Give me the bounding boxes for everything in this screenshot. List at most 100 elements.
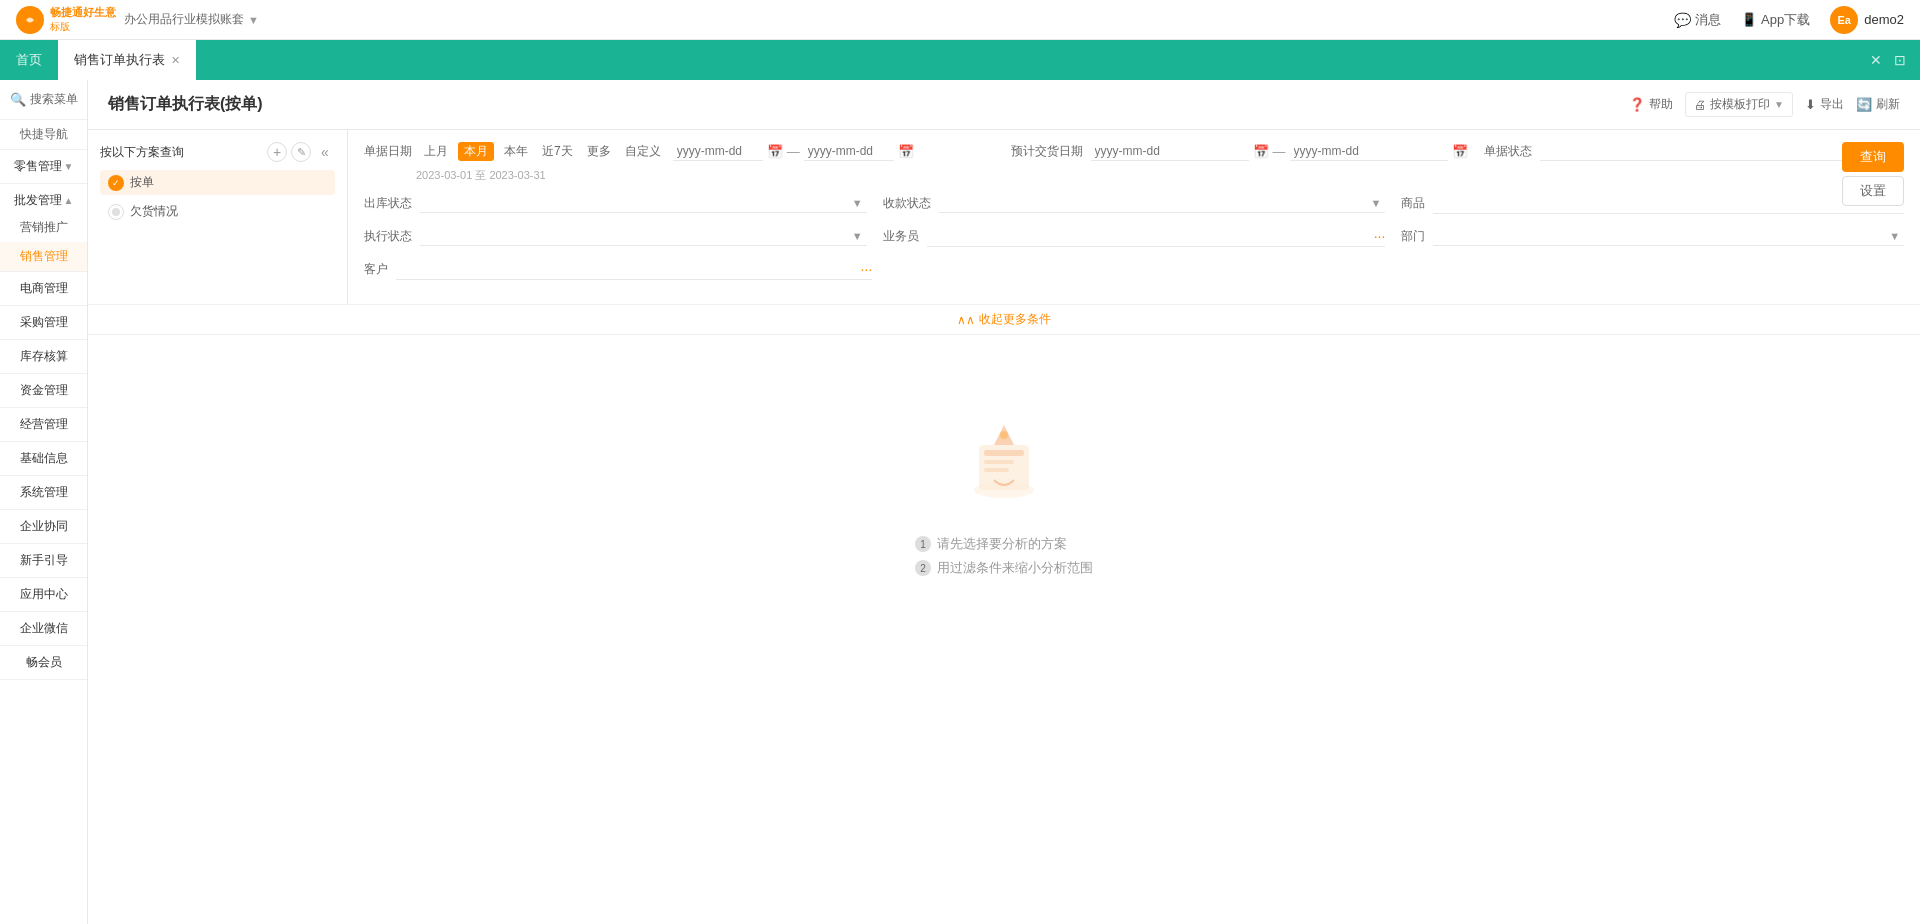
sidebar-item-wechat[interactable]: 企业微信 [0, 612, 87, 645]
solution-item-by-order[interactable]: ✓ 按单 [100, 170, 335, 195]
breadcrumb-dropdown-icon[interactable]: ▼ [248, 14, 259, 26]
date-range-display: 2023-03-01 至 2023-03-31 [416, 169, 546, 181]
tab-home-label: 首页 [16, 51, 42, 69]
tab-sales-order[interactable]: 销售订单执行表 ✕ [58, 40, 196, 80]
sidebar-search-area[interactable]: 🔍 搜索菜单 [0, 80, 87, 120]
date-shortcut-7days[interactable]: 近7天 [538, 142, 577, 161]
sidebar-item-ecommerce[interactable]: 电商管理 [0, 272, 87, 305]
date-start-icon[interactable]: 📅 [767, 144, 783, 159]
message-btn[interactable]: 💬 消息 [1674, 11, 1721, 29]
collapse-up-icon: ∧∧ [957, 313, 975, 327]
sidebar-item-inventory[interactable]: 库存核算 [0, 340, 87, 373]
sidebar: 🔍 搜索菜单 快捷导航 零售管理 ▼ 批发管理 ▲ 营 [0, 80, 88, 924]
sidebar-member-label: 畅会员 [26, 654, 62, 671]
out-status-dropdown[interactable]: ▼ [420, 194, 867, 213]
salesman-label: 业务员 [883, 228, 919, 245]
sidebar-item-marketing[interactable]: 营销推广 [0, 213, 87, 242]
sidebar-item-operation[interactable]: 经营管理 [0, 408, 87, 441]
solution-item-shortage[interactable]: 欠货情况 [100, 199, 335, 224]
window-maximize-btn[interactable]: ⊡ [1892, 52, 1908, 68]
dept-dropdown[interactable]: ▼ [1433, 227, 1904, 246]
header-left: 畅捷通好生意 标版 办公用品行业模拟账套 ▼ [16, 5, 259, 34]
sidebar-item-purchase[interactable]: 采购管理 [0, 306, 87, 339]
exec-status-dropdown[interactable]: ▼ [420, 227, 867, 246]
app-download-btn[interactable]: 📱 App下载 [1741, 11, 1810, 29]
filter-expected-date: 预计交货日期 📅 — 📅 [1011, 142, 1468, 161]
collapse-label: 收起更多条件 [979, 311, 1051, 328]
sidebar-item-appcenter[interactable]: 应用中心 [0, 578, 87, 611]
solution-header-label: 按以下方案查询 [100, 144, 184, 161]
sidebar-item-basic[interactable]: 基础信息 [0, 442, 87, 475]
expected-date-end-icon[interactable]: 📅 [1452, 144, 1468, 159]
page-header: 销售订单执行表(按单) ❓ 帮助 🖨 按模板打印 ▼ ⬇ 导出 [88, 80, 1920, 130]
date-shortcut-last-month[interactable]: 上月 [420, 142, 452, 161]
tab-home[interactable]: 首页 [0, 40, 58, 80]
date-shortcut-this-year[interactable]: 本年 [500, 142, 532, 161]
expected-date-label: 预计交货日期 [1011, 143, 1083, 160]
sidebar-finance-label: 资金管理 [20, 382, 68, 399]
date-sub-info-spacer: 2023-03-01 至 2023-03-31 [364, 167, 684, 183]
app-logo [16, 6, 44, 34]
filter-row-customer: 客户 ··· [364, 259, 1904, 280]
date-sub-info-row: 2023-03-01 至 2023-03-31 [364, 167, 1904, 183]
export-label: 导出 [1820, 96, 1844, 113]
search-icon: 🔍 [10, 92, 26, 107]
svg-rect-3 [984, 450, 1024, 456]
expected-date-start[interactable] [1091, 142, 1249, 161]
collect-status-arrow: ▼ [1370, 197, 1381, 209]
collect-status-label: 收款状态 [883, 195, 931, 212]
date-shortcut-this-month[interactable]: 本月 [458, 142, 494, 161]
sidebar-item-guide[interactable]: 新手引导 [0, 544, 87, 577]
customer-select-btn[interactable]: ··· [861, 261, 873, 277]
header-right: 💬 消息 📱 App下载 Ea demo2 [1674, 6, 1904, 34]
sidebar-item-wholesale[interactable]: 批发管理 ▲ [0, 184, 87, 213]
customer-input-wrap: ··· [396, 259, 872, 280]
date-shortcut-custom[interactable]: 自定义 [621, 142, 665, 161]
salesman-input-wrap: ··· [927, 226, 1386, 247]
date-start-input[interactable] [673, 142, 763, 161]
hint-num-2: 2 [915, 560, 931, 576]
print-label: 按模板打印 [1710, 96, 1770, 113]
expected-date-start-icon[interactable]: 📅 [1253, 144, 1269, 159]
settings-btn[interactable]: 设置 [1842, 176, 1904, 206]
solution-collapse-btn[interactable]: « [315, 142, 335, 162]
user-area[interactable]: Ea demo2 [1830, 6, 1904, 34]
sidebar-item-member[interactable]: 畅会员 [0, 646, 87, 679]
sidebar-group-retail: 零售管理 ▼ [0, 150, 87, 184]
window-close-btn[interactable]: ✕ [1868, 52, 1884, 68]
collapse-filters-btn[interactable]: ∧∧ 收起更多条件 [957, 311, 1051, 328]
hint-text-2: 用过滤条件来缩小分析范围 [937, 559, 1093, 577]
sidebar-item-sales-mgmt[interactable]: 销售管理 [0, 242, 87, 271]
sidebar-group-wechat: 企业微信 [0, 612, 87, 646]
sidebar-item-retail[interactable]: 零售管理 ▼ [0, 150, 87, 183]
collect-status-dropdown[interactable]: ▼ [939, 194, 1386, 213]
solution-add-btn[interactable]: + [267, 142, 287, 162]
date-end-icon[interactable]: 📅 [898, 144, 914, 159]
solution-controls: + ✎ « [267, 142, 335, 162]
refresh-icon: 🔄 [1856, 97, 1872, 112]
svg-point-7 [1000, 431, 1008, 439]
sidebar-item-system[interactable]: 系统管理 [0, 476, 87, 509]
sidebar-item-finance[interactable]: 资金管理 [0, 374, 87, 407]
salesman-select-btn[interactable]: ··· [1374, 228, 1386, 244]
sidebar-group-collab: 企业协同 [0, 510, 87, 544]
quick-nav-label[interactable]: 快捷导航 [20, 127, 68, 141]
print-btn[interactable]: 🖨 按模板打印 ▼ [1685, 92, 1793, 117]
solution-edit-btn[interactable]: ✎ [291, 142, 311, 162]
sidebar-ecommerce-label: 电商管理 [20, 280, 68, 297]
date-shortcuts: 上月 本月 本年 近7天 更多 自定义 [420, 142, 665, 161]
logo-area: 畅捷通好生意 标版 [16, 5, 116, 34]
message-icon: 💬 [1674, 12, 1691, 28]
query-btn[interactable]: 查询 [1842, 142, 1904, 172]
search-menu-btn[interactable]: 🔍 搜索菜单 [4, 88, 83, 111]
refresh-btn[interactable]: 🔄 刷新 [1856, 96, 1900, 113]
help-btn[interactable]: ❓ 帮助 [1629, 96, 1673, 113]
expected-date-end[interactable] [1290, 142, 1448, 161]
export-btn[interactable]: ⬇ 导出 [1805, 96, 1844, 113]
sidebar-item-collab[interactable]: 企业协同 [0, 510, 87, 543]
export-icon: ⬇ [1805, 97, 1816, 112]
tab-close-icon[interactable]: ✕ [171, 55, 180, 66]
date-end-input[interactable] [804, 142, 894, 161]
sidebar-quick-nav[interactable]: 快捷导航 [0, 120, 87, 150]
date-shortcut-more[interactable]: 更多 [583, 142, 615, 161]
